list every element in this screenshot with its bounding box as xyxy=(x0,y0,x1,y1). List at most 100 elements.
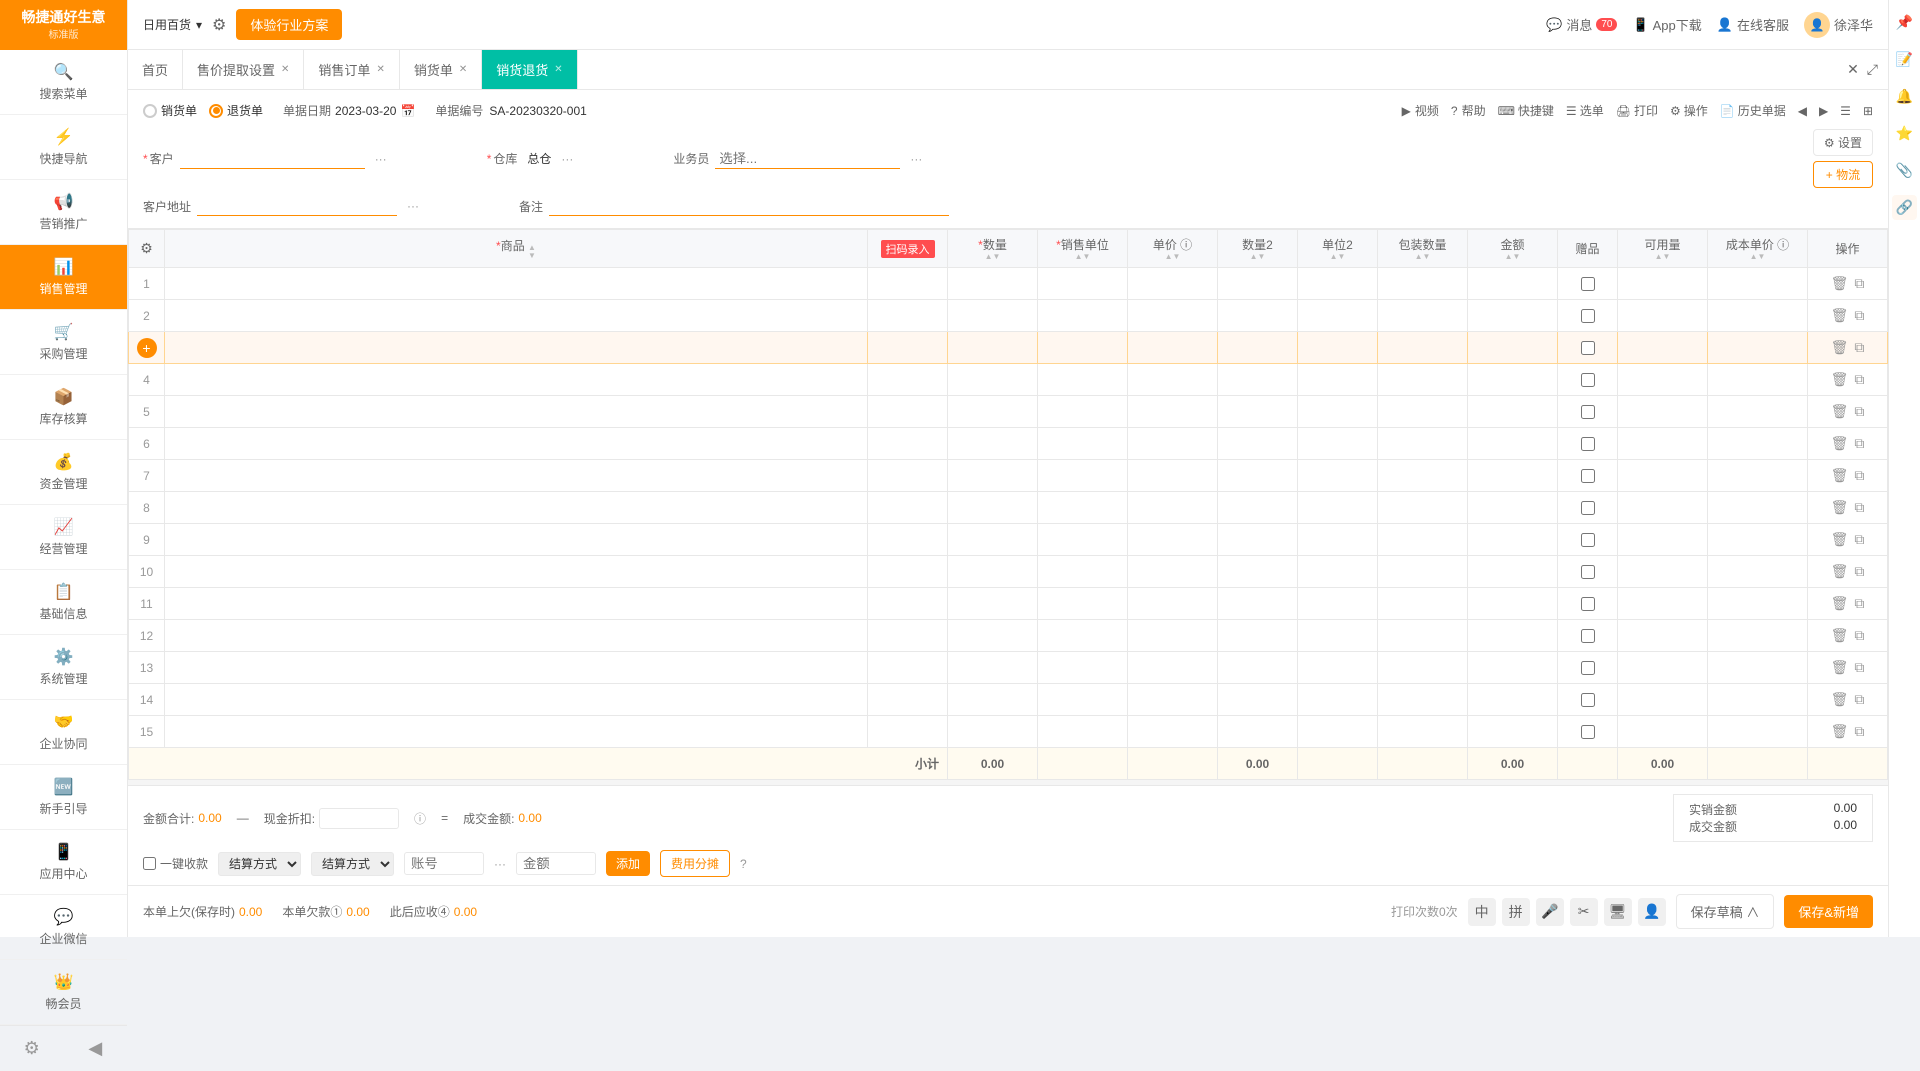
row-1-pack[interactable] xyxy=(1378,268,1468,300)
row-2-available[interactable] xyxy=(1618,300,1708,332)
row-1-copy-icon[interactable]: ⧉ xyxy=(1854,275,1864,292)
staff-input[interactable] xyxy=(715,149,900,169)
row-1-unit2[interactable] xyxy=(1298,268,1378,300)
row-3-amount[interactable] xyxy=(1468,332,1558,364)
sidebar-item-finance[interactable]: 💰 资金管理 xyxy=(0,440,127,505)
row-2-qty2[interactable] xyxy=(1218,300,1298,332)
row-1-cost[interactable] xyxy=(1708,268,1808,300)
industry-selector[interactable]: 日用百货 ▾ xyxy=(143,16,202,33)
row-9-delete-icon[interactable]: 🗑 xyxy=(1831,531,1849,548)
sort-price-icon[interactable]: ▲▼ xyxy=(1136,253,1209,261)
row-15-copy-icon[interactable]: ⧉ xyxy=(1854,723,1864,740)
row-7-gift-checkbox[interactable] xyxy=(1581,469,1595,483)
row-4-gift-checkbox[interactable] xyxy=(1581,373,1595,387)
sidebar-item-enterprise[interactable]: 🤝 企业协同 xyxy=(0,700,127,765)
fee-help-icon[interactable]: ? xyxy=(740,857,747,871)
help-btn[interactable]: ? 帮助 xyxy=(1451,102,1486,119)
row-3-cost[interactable] xyxy=(1708,332,1808,364)
row-2-amount[interactable] xyxy=(1468,300,1558,332)
account-input[interactable] xyxy=(404,852,484,875)
notification-item[interactable]: 💬 消息 70 xyxy=(1546,15,1617,34)
row-1-available[interactable] xyxy=(1618,268,1708,300)
row-1-delete-icon[interactable]: 🗑 xyxy=(1831,275,1849,292)
row-8-gift-checkbox[interactable] xyxy=(1581,501,1595,515)
nav-next-btn[interactable]: ▶ xyxy=(1819,104,1828,118)
row-3-price[interactable] xyxy=(1128,332,1218,364)
tab-price-close-icon[interactable]: ✕ xyxy=(281,64,289,75)
sidebar-item-apps[interactable]: 📱 应用中心 xyxy=(0,830,127,895)
row-3-unit2[interactable] xyxy=(1298,332,1378,364)
row-13-gift-checkbox[interactable] xyxy=(1581,661,1595,675)
address-dots[interactable]: ··· xyxy=(407,199,419,213)
sidebar-item-wechat[interactable]: 💬 企业微信 xyxy=(0,895,127,960)
row-2-quantity[interactable] xyxy=(948,300,1038,332)
column-settings-icon[interactable]: ⚙ xyxy=(140,240,153,256)
sidebar-item-system[interactable]: ⚙️ 系统管理 xyxy=(0,635,127,700)
sidebar-item-business[interactable]: 📈 经营管理 xyxy=(0,505,127,570)
row-3-gift-checkbox[interactable] xyxy=(1581,341,1595,355)
save-new-button[interactable]: 保存&新增 xyxy=(1784,895,1873,928)
row-1-qty2[interactable] xyxy=(1218,268,1298,300)
row-5-delete-icon[interactable]: 🗑 xyxy=(1831,403,1849,420)
sidebar-item-sales[interactable]: 📊 销售管理 xyxy=(0,245,127,310)
sidebar-item-purchase[interactable]: 🛒 采购管理 xyxy=(0,310,127,375)
add-row-button[interactable]: + xyxy=(137,338,157,358)
row-12-delete-icon[interactable]: 🗑 xyxy=(1831,627,1849,644)
row-3-qty2[interactable] xyxy=(1218,332,1298,364)
row-13-copy-icon[interactable]: ⧉ xyxy=(1854,659,1864,676)
row-14-gift-checkbox[interactable] xyxy=(1581,693,1595,707)
radio-return[interactable]: 退货单 xyxy=(209,102,263,119)
sort-product-icon[interactable]: ▲▼ xyxy=(528,244,536,260)
radio-sale[interactable]: 销货单 xyxy=(143,102,197,119)
sort-unit-icon[interactable]: ▲▼ xyxy=(1046,253,1119,261)
close-tab-icon[interactable]: ✕ xyxy=(1847,61,1859,78)
header-gear-icon[interactable]: ⚙ xyxy=(212,15,226,35)
sidebar-item-base[interactable]: 📋 基础信息 xyxy=(0,570,127,635)
row-1-amount[interactable] xyxy=(1468,268,1558,300)
shortcuts-btn[interactable]: ⌨ 快捷键 xyxy=(1498,102,1554,119)
remark-input[interactable] xyxy=(549,196,949,216)
tab-sales-order[interactable]: 销售订单 ✕ xyxy=(304,50,399,89)
save-draft-button[interactable]: 保存草稿 ∧ xyxy=(1676,894,1775,929)
online-service-item[interactable]: 👤 在线客服 xyxy=(1717,15,1789,34)
row-1-gift[interactable] xyxy=(1558,268,1618,300)
sidebar-item-quick[interactable]: ⚡ 快捷导航 xyxy=(0,115,127,180)
warehouse-dots[interactable]: ··· xyxy=(561,152,573,166)
sidebar-item-guide[interactable]: 🆕 新手引导 xyxy=(0,765,127,830)
scan-btn[interactable]: 扫码录入 xyxy=(881,240,935,258)
add-payment-button[interactable]: 添加 xyxy=(606,851,650,876)
customer-input[interactable] xyxy=(180,149,365,169)
row-8-copy-icon[interactable]: ⧉ xyxy=(1854,499,1864,516)
tab-price-setting[interactable]: 售价提取设置 ✕ xyxy=(183,50,304,89)
sort-unit2-icon[interactable]: ▲▼ xyxy=(1306,253,1369,261)
row-2-product[interactable] xyxy=(165,300,868,332)
sidebar-item-search[interactable]: 🔍 搜索菜单 xyxy=(0,50,127,115)
tool-icon-6[interactable]: 👤 xyxy=(1638,898,1666,926)
sort-amount-icon[interactable]: ▲▼ xyxy=(1476,253,1549,261)
row-2-price[interactable] xyxy=(1128,300,1218,332)
tool-icon-4[interactable]: ✂ xyxy=(1570,898,1598,926)
settings-button[interactable]: ⚙ 设置 xyxy=(1813,129,1873,156)
row-2-delete-icon[interactable]: 🗑 xyxy=(1831,307,1849,324)
right-panel-icon-5[interactable]: 📎 xyxy=(1892,158,1917,183)
tab-order-close-icon[interactable]: ✕ xyxy=(376,64,384,75)
sort-pack-icon[interactable]: ▲▼ xyxy=(1386,253,1459,261)
tool-icon-1[interactable]: 中 xyxy=(1468,898,1496,926)
staff-dots[interactable]: ··· xyxy=(910,152,922,166)
row-11-delete-icon[interactable]: 🗑 xyxy=(1831,595,1849,612)
row-1-quantity[interactable] xyxy=(948,268,1038,300)
row-14-delete-icon[interactable]: 🗑 xyxy=(1831,691,1849,708)
right-panel-icon-6[interactable]: 🔗 xyxy=(1892,195,1917,220)
row-3-quantity[interactable] xyxy=(948,332,1038,364)
tool-icon-3[interactable]: 🎤 xyxy=(1536,898,1564,926)
select-btn[interactable]: ☰ 选单 xyxy=(1566,102,1604,119)
address-input[interactable] xyxy=(197,196,397,216)
row-3-product[interactable] xyxy=(165,332,868,364)
row-2-unit[interactable] xyxy=(1038,300,1128,332)
collapse-btn[interactable]: ◀ xyxy=(64,1026,128,1071)
row-2-cost[interactable] xyxy=(1708,300,1808,332)
row-13-delete-icon[interactable]: 🗑 xyxy=(1831,659,1849,676)
amount-input[interactable] xyxy=(516,852,596,875)
user-profile[interactable]: 👤 徐泽华 xyxy=(1804,12,1873,38)
experience-button[interactable]: 体验行业方案 xyxy=(236,9,342,40)
